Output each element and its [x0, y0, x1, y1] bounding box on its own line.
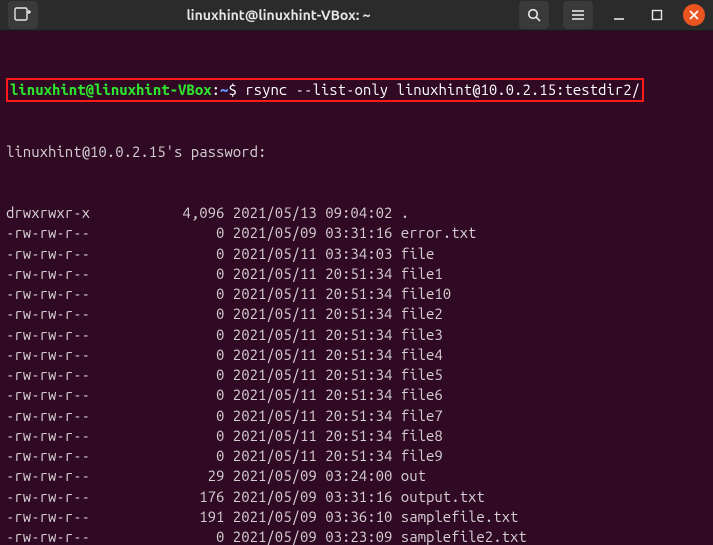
- search-button[interactable]: [519, 1, 549, 29]
- listing-row: -rw-rw-r-- 0 2021/05/11 20:51:34 file7: [6, 406, 707, 426]
- maximize-icon: [651, 9, 663, 21]
- listing-row: -rw-rw-r-- 0 2021/05/11 20:51:34 file4: [6, 345, 707, 365]
- listing-row: -rw-rw-r-- 0 2021/05/11 20:51:34 file5: [6, 365, 707, 385]
- listing-row: -rw-rw-r-- 0 2021/05/11 20:51:34 file3: [6, 325, 707, 345]
- command-text: rsync --list-only linuxhint@10.0.2.15:te…: [245, 81, 640, 98]
- listing-row: -rw-rw-r-- 0 2021/05/11 20:51:34 file10: [6, 284, 707, 304]
- listing-row: -rw-rw-r-- 191 2021/05/09 03:36:10 sampl…: [6, 507, 707, 527]
- prompt-line-1: linuxhint@linuxhint-VBox:~$ rsync --list…: [6, 78, 707, 102]
- minimize-button[interactable]: [607, 3, 631, 27]
- terminal-window: linuxhint@linuxhint-VBox: ~: [0, 0, 713, 545]
- titlebar: linuxhint@linuxhint-VBox: ~: [0, 0, 713, 31]
- new-tab-button[interactable]: [8, 1, 38, 29]
- menu-button[interactable]: [563, 1, 593, 29]
- listing-row: -rw-rw-r-- 0 2021/05/11 20:51:34 file9: [6, 446, 707, 466]
- listing-row: -rw-rw-r-- 0 2021/05/11 20:51:34 file2: [6, 304, 707, 324]
- hamburger-menu-icon: [570, 7, 586, 23]
- window-title: linuxhint@linuxhint-VBox: ~: [46, 7, 511, 23]
- listing-row: -rw-rw-r-- 0 2021/05/09 03:31:16 error.t…: [6, 223, 707, 243]
- listing-row: -rw-rw-r-- 29 2021/05/09 03:24:00 out: [6, 466, 707, 486]
- prompt-user: linuxhint: [10, 81, 86, 98]
- listing-row: -rw-rw-r-- 0 2021/05/11 20:51:34 file1: [6, 264, 707, 284]
- command-highlight: linuxhint@linuxhint-VBox:~$ rsync --list…: [6, 78, 644, 102]
- listing-row: -rw-rw-r-- 0 2021/05/11 03:34:03 file: [6, 244, 707, 264]
- prompt-host: linuxhint-VBox: [94, 81, 212, 98]
- listing-row: -rw-rw-r-- 0 2021/05/11 20:51:34 file8: [6, 426, 707, 446]
- close-button[interactable]: [683, 4, 705, 26]
- password-prompt: linuxhint@10.0.2.15's password:: [6, 142, 707, 162]
- terminal-body[interactable]: linuxhint@linuxhint-VBox:~$ rsync --list…: [0, 31, 713, 545]
- listing-row: -rw-rw-r-- 176 2021/05/09 03:31:16 outpu…: [6, 487, 707, 507]
- new-tab-icon: [14, 7, 32, 23]
- search-icon: [526, 7, 542, 23]
- listing-row: -rw-rw-r-- 0 2021/05/11 20:51:34 file6: [6, 385, 707, 405]
- close-icon: [689, 10, 699, 20]
- maximize-button[interactable]: [645, 3, 669, 27]
- listing-row: -rw-rw-r-- 0 2021/05/09 03:23:09 samplef…: [6, 527, 707, 545]
- minimize-icon: [613, 9, 625, 21]
- listing-row: drwxrwxr-x 4,096 2021/05/13 09:04:02 .: [6, 203, 707, 223]
